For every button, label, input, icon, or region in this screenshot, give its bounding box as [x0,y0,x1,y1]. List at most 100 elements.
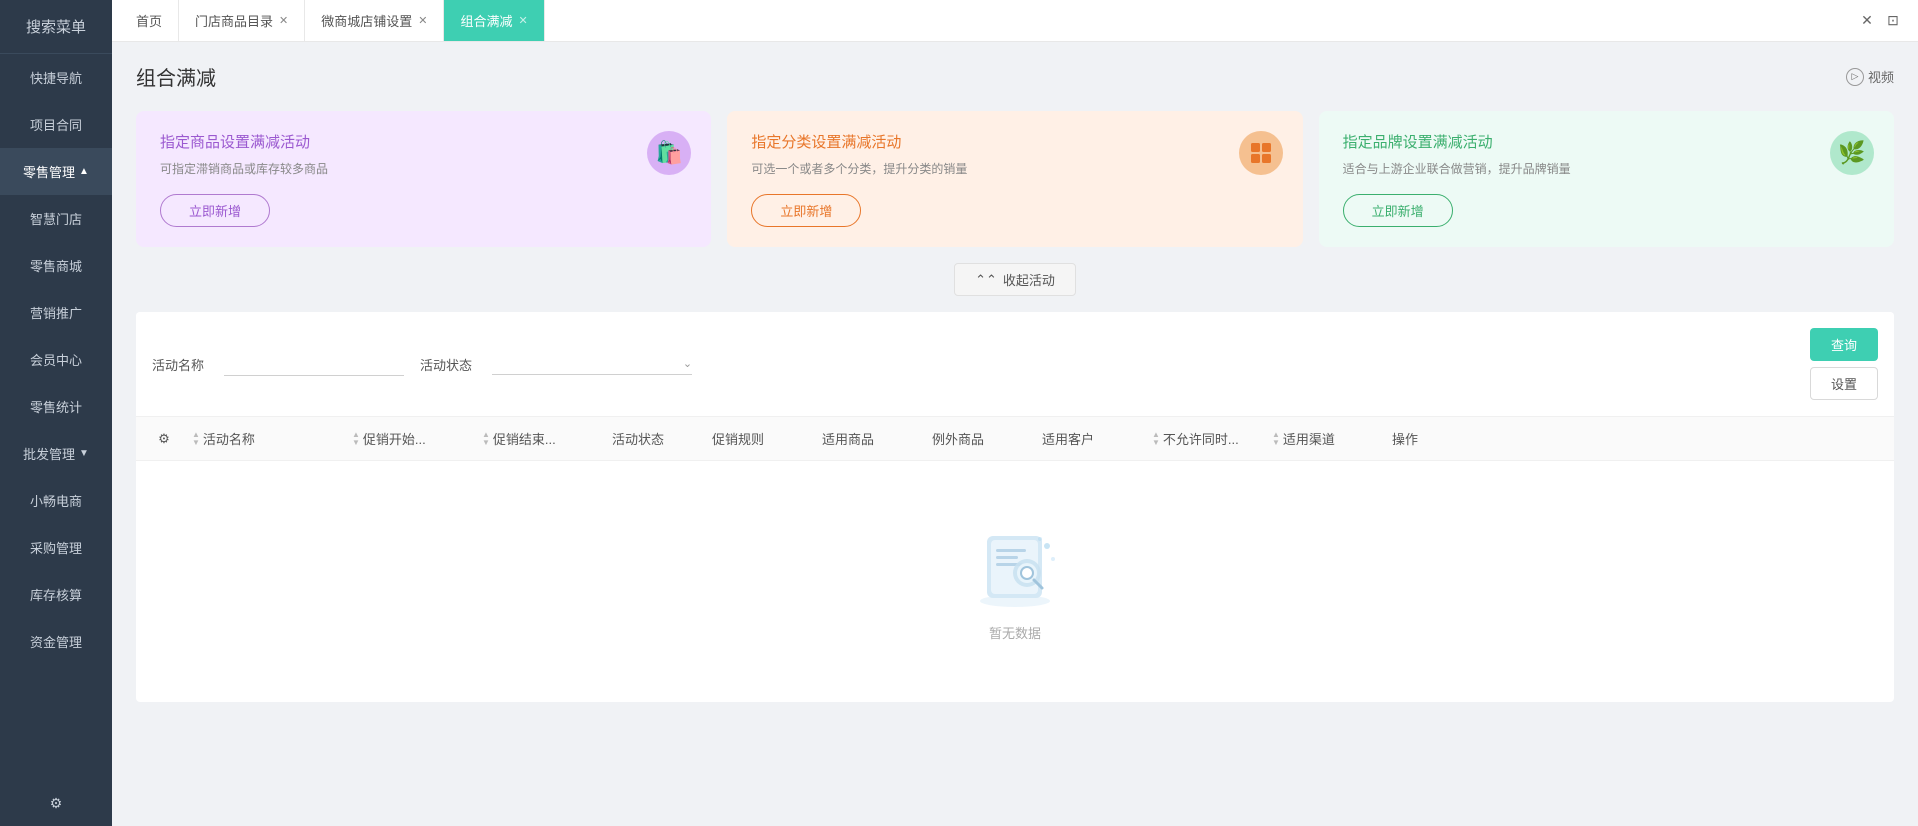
sidebar-item-label: 资金管理 [30,632,82,651]
card-category-add-button[interactable]: 立即新增 [751,194,861,227]
sidebar-item-wholesale-mgmt[interactable]: 批发管理 ▼ [0,430,112,477]
activity-name-label: 活动名称 [152,355,204,374]
sort-icon[interactable]: ▲▼ [1152,431,1160,447]
collapse-btn-label: 收起活动 [1003,270,1055,289]
th-notallow-label: 不允许同时... [1163,429,1239,448]
sidebar-item-label: 采购管理 [30,538,82,557]
sidebar-item-retail-mall[interactable]: 零售商城 [0,242,112,289]
page-content: 组合满减 ▷ 视频 🛍️ 指定商品设置满减活动 可指定滞销商品或库存较多商品 立… [112,42,1918,826]
collapse-activities-button[interactable]: ⌃⌃ 收起活动 [954,263,1076,296]
sidebar-search[interactable]: 搜索菜单 [0,0,112,54]
sidebar-item-label: 会员中心 [30,350,82,369]
th-channel: ▲▼ 适用渠道 [1264,429,1384,448]
card-goods-add-button[interactable]: 立即新增 [160,194,270,227]
tab-bar: 首页 门店商品目录 ✕ 微商城店铺设置 ✕ 组合满减 ✕ ✕ ⊡ [112,0,1918,42]
card-goods-icon: 🛍️ [647,131,691,175]
tab-combo-discount-label: 组合满减 [460,11,512,30]
activity-name-input[interactable] [224,352,404,376]
chevron-up-icon: ▲ [79,166,89,177]
close-icon[interactable]: ✕ [519,14,528,27]
tab-home[interactable]: 首页 [120,0,179,41]
sort-icon[interactable]: ▲▼ [352,431,360,447]
sidebar-item-label: 项目合同 [30,115,82,134]
tab-store-catalog[interactable]: 门店商品目录 ✕ [179,0,305,41]
card-brand-add-button[interactable]: 立即新增 [1343,194,1453,227]
chevron-down-icon: ▼ [79,448,89,459]
th-settings[interactable]: ⚙ [144,431,184,447]
sidebar-item-label: 智慧门店 [30,209,82,228]
sidebar-item-quick-nav[interactable]: 快捷导航 [0,54,112,101]
sidebar-item-marketing[interactable]: 营销推广 [0,289,112,336]
query-button[interactable]: 查询 [1810,328,1878,361]
card-goods: 🛍️ 指定商品设置满减活动 可指定滞销商品或库存较多商品 立即新增 [136,111,711,247]
card-category-desc: 可选一个或者多个分类，提升分类的销量 [751,160,1278,178]
card-brand-icon: 🌿 [1830,131,1874,175]
th-except-label: 例外商品 [932,429,984,448]
th-start: ▲▼ 促销开始... [344,429,474,448]
th-rule: 促销规则 [704,429,814,448]
tab-wechat-store-settings-label: 微商城店铺设置 [321,11,412,30]
sidebar-item-finance[interactable]: 资金管理 [0,618,112,665]
tab-combo-discount[interactable]: 组合满减 ✕ [444,0,544,41]
th-rule-label: 促销规则 [712,429,764,448]
sidebar-item-label: 营销推广 [30,303,82,322]
sidebar-item-label: 零售商城 [30,256,82,275]
sort-icon[interactable]: ▲▼ [192,431,200,447]
sidebar-item-label: 零售管理 [23,162,75,181]
sidebar-item-label: 小畅电商 [30,491,82,510]
th-name-label: 活动名称 [203,429,255,448]
sidebar-item-xiaochang[interactable]: 小畅电商 [0,477,112,524]
th-action: 操作 [1384,429,1886,448]
window-maximize-button[interactable]: ⊡ [1884,12,1902,30]
sort-icon[interactable]: ▲▼ [482,431,490,447]
th-channel-label: 适用渠道 [1283,429,1335,448]
setting-button[interactable]: 设置 [1810,367,1878,400]
card-category-icon [1239,131,1283,175]
sidebar-item-label: 批发管理 [23,444,75,463]
collapse-up-icon: ⌃⌃ [975,272,997,288]
sidebar-item-inventory[interactable]: 库存核算 [0,571,112,618]
th-except: 例外商品 [924,429,1034,448]
th-status: 活动状态 [604,429,704,448]
card-category: 指定分类设置满减活动 可选一个或者多个分类，提升分类的销量 立即新增 [727,111,1302,247]
window-close-button[interactable]: ✕ [1858,12,1876,30]
close-icon[interactable]: ✕ [418,14,427,27]
card-goods-title: 指定商品设置满减活动 [160,131,687,152]
tab-wechat-store-settings[interactable]: 微商城店铺设置 ✕ [305,0,444,41]
sidebar: 搜索菜单 快捷导航 项目合同 零售管理 ▲ 智慧门店 零售商城 营销推广 会员中… [0,0,112,826]
video-label: 视频 [1868,67,1894,86]
card-goods-desc: 可指定滞销商品或库存较多商品 [160,160,687,178]
page-title: 组合满减 [136,62,216,91]
th-name: ▲▼ 活动名称 [184,429,344,448]
sidebar-item-smart-store[interactable]: 智慧门店 [0,195,112,242]
th-customer: 适用客户 [1034,429,1144,448]
card-category-title: 指定分类设置满减活动 [751,131,1278,152]
sort-icon[interactable]: ▲▼ [1272,431,1280,447]
th-start-label: 促销开始... [363,429,426,448]
settings-icon: ⚙ [158,431,170,447]
activity-status-select[interactable]: ⌄ [492,353,692,375]
sidebar-item-member-center[interactable]: 会员中心 [0,336,112,383]
th-customer-label: 适用客户 [1042,429,1094,448]
video-link[interactable]: ▷ 视频 [1846,67,1894,86]
main-area: 首页 门店商品目录 ✕ 微商城店铺设置 ✕ 组合满减 ✕ ✕ ⊡ 组合满减 ▷ … [112,0,1918,826]
filter-row: 活动名称 活动状态 ⌄ 查询 设置 [136,312,1894,417]
collapse-bar: ⌃⌃ 收起活动 [136,263,1894,296]
table-header: ⚙ ▲▼ 活动名称 ▲▼ 促销开始... ▲▼ 促销结束... 活动状态 [136,417,1894,461]
sidebar-item-project-contract[interactable]: 项目合同 [0,101,112,148]
sidebar-item-retail-mgmt[interactable]: 零售管理 ▲ [0,148,112,195]
th-end-label: 促销结束... [493,429,556,448]
play-icon: ▷ [1846,68,1864,86]
sidebar-settings-button[interactable]: ⚙ [0,781,112,826]
card-brand: 🌿 指定品牌设置满减活动 适合与上游企业联合做营销，提升品牌销量 立即新增 [1319,111,1894,247]
sidebar-item-label: 快捷导航 [30,68,82,87]
close-icon[interactable]: ✕ [279,14,288,27]
sidebar-item-retail-stats[interactable]: 零售统计 [0,383,112,430]
sidebar-item-label: 零售统计 [30,397,82,416]
sidebar-item-purchase-mgmt[interactable]: 采购管理 [0,524,112,571]
th-goods-label: 适用商品 [822,429,874,448]
tab-home-label: 首页 [136,11,162,30]
th-end: ▲▼ 促销结束... [474,429,604,448]
tab-store-catalog-label: 门店商品目录 [195,11,273,30]
th-status-label: 活动状态 [612,429,664,448]
